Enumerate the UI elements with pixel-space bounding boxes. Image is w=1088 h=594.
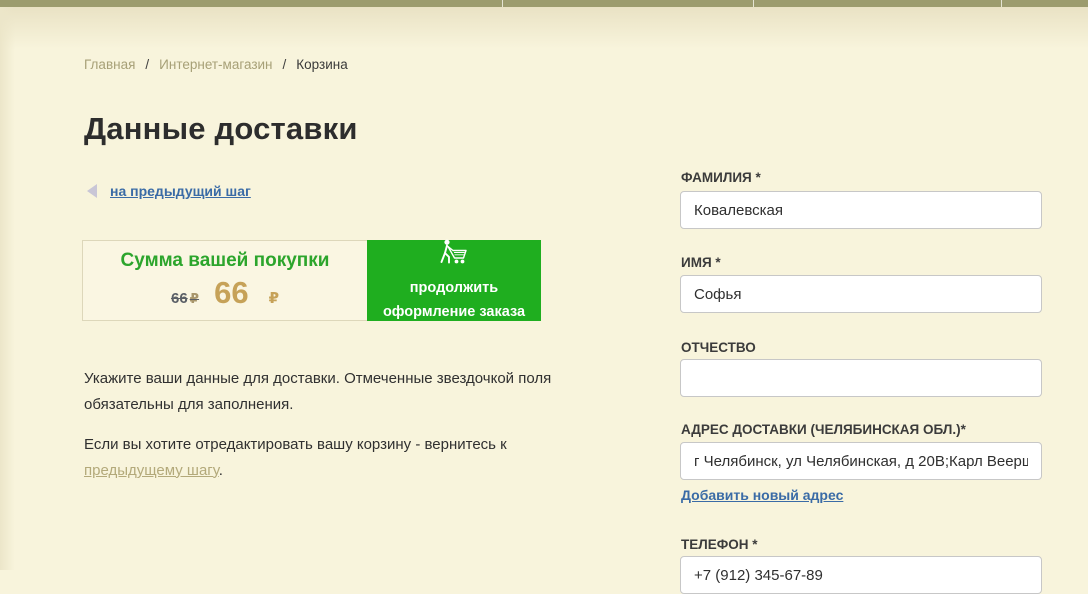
nav-divider xyxy=(1001,0,1002,7)
label-last-name: ФАМИЛИЯ * xyxy=(681,170,761,185)
background-gradient-top xyxy=(0,7,1088,49)
required-asterisk: * xyxy=(960,422,966,437)
add-new-address-link[interactable]: Добавить новый адрес xyxy=(681,487,843,503)
breadcrumb-link-home[interactable]: Главная xyxy=(84,57,135,72)
label-first-name: ИМЯ * xyxy=(681,255,721,270)
label-phone: ТЕЛЕФОН * xyxy=(681,537,758,552)
nav-divider xyxy=(502,0,503,7)
required-asterisk: * xyxy=(748,537,758,552)
required-asterisk: * xyxy=(751,170,761,185)
purchase-summary-panel: Сумма вашей покупки 66 ₽ 66 ₽ xyxy=(82,240,367,321)
ruble-sign: ₽ xyxy=(189,291,200,306)
continue-checkout-button[interactable]: продолжить оформление заказа xyxy=(367,239,541,321)
arrow-left-icon xyxy=(87,184,97,198)
breadcrumb-link-shop[interactable]: Интернет-магазин xyxy=(159,57,272,72)
ruble-sign: ₽ xyxy=(268,290,279,307)
last-name-input[interactable] xyxy=(680,191,1042,229)
label-delivery-address: АДРЕС ДОСТАВКИ (ЧЕЛЯБИНСКАЯ ОБЛ.)* xyxy=(681,422,966,437)
intro-paragraph-2: Если вы хотите отредактировать вашу корз… xyxy=(84,435,507,479)
top-nav-bar xyxy=(0,0,1088,7)
background-gradient-left xyxy=(0,7,15,570)
cart-shopper-icon xyxy=(436,239,472,272)
delivery-address-input[interactable] xyxy=(680,442,1042,480)
phone-input[interactable] xyxy=(680,556,1042,594)
breadcrumb-current-cart: Корзина xyxy=(296,57,348,72)
page-title: Данные доставки xyxy=(84,110,358,146)
checkout-button-label-line2: оформление заказа xyxy=(382,303,526,320)
nav-divider xyxy=(753,0,754,7)
price-row: 66 ₽ 66 ₽ xyxy=(171,275,279,311)
current-price: 66 xyxy=(214,275,249,310)
old-price: 66 ₽ xyxy=(170,290,200,307)
label-middle-name: ОТЧЕСТВО xyxy=(681,340,756,355)
intro-text: Укажите ваши данные для доставки. Отмече… xyxy=(84,366,602,497)
previous-step-link[interactable]: на предыдущий шаг xyxy=(110,183,251,199)
intro-paragraph-1: Укажите ваши данные для доставки. Отмече… xyxy=(84,370,552,414)
breadcrumb: Главная / Интернет-магазин / Корзина xyxy=(84,57,348,72)
previous-step-link-row[interactable]: на предыдущий шаг xyxy=(87,183,251,199)
middle-name-input[interactable] xyxy=(680,359,1042,397)
required-asterisk: * xyxy=(711,255,721,270)
breadcrumb-separator: / xyxy=(282,57,287,72)
checkout-button-label-line1: продолжить xyxy=(409,280,499,297)
purchase-summary-box: Сумма вашей покупки 66 ₽ 66 ₽ продолжить … xyxy=(82,239,541,321)
purchase-summary-title: Сумма вашей покупки xyxy=(120,250,330,271)
first-name-input[interactable] xyxy=(680,275,1042,313)
breadcrumb-separator: / xyxy=(145,57,150,72)
previous-step-inline-link[interactable]: предыдущему шагу xyxy=(84,462,219,479)
